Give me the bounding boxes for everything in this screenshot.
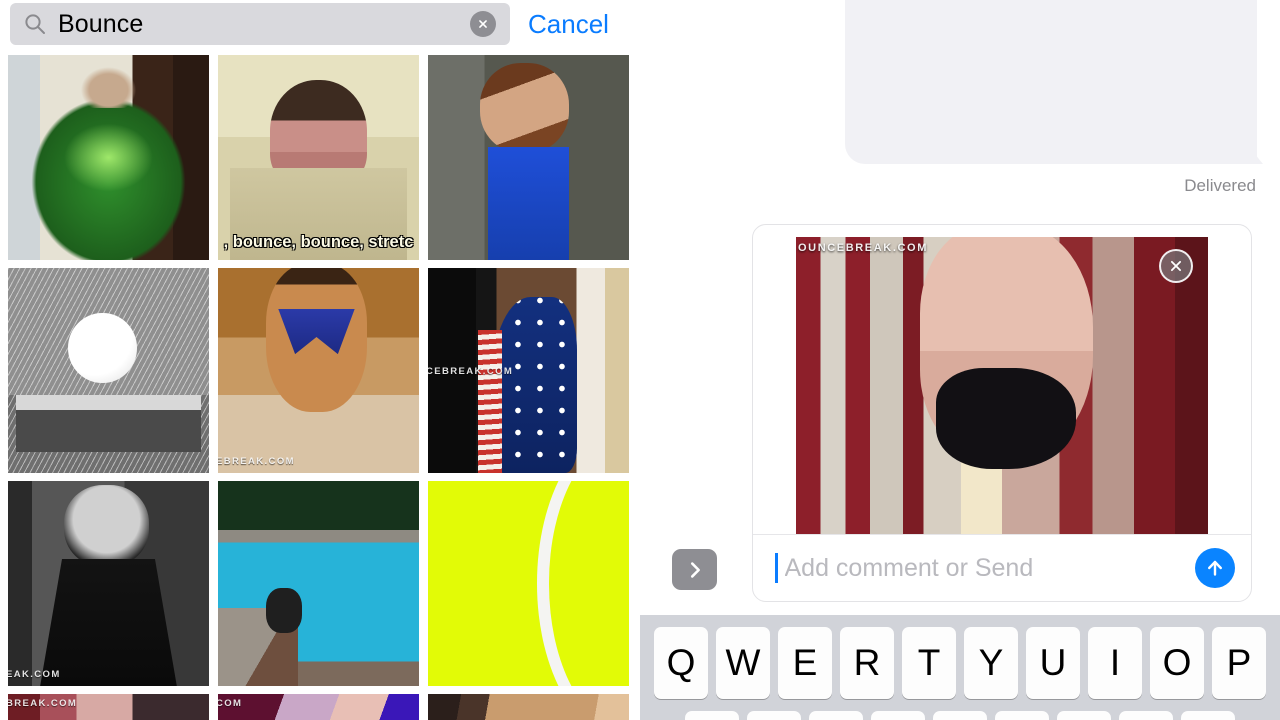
gif-result-tile[interactable]: , bounce, bounce, stretc bbox=[218, 55, 419, 260]
search-icon bbox=[24, 13, 46, 35]
delivered-status: Delivered bbox=[1184, 176, 1256, 195]
close-icon bbox=[479, 20, 487, 28]
messages-panel: Delivered OUNCEBREAK.COM Add comment or … bbox=[640, 0, 1280, 720]
gif-results-grid: , bounce, bounce, stretc EBREAK.COM CEBREA… bbox=[8, 55, 640, 720]
app-screen: Bounce Cancel , bounce, bounce, stretc EB… bbox=[0, 0, 1280, 720]
keyboard-row-1: QWERTYUIOP bbox=[640, 627, 1280, 699]
close-preview-button[interactable] bbox=[1159, 249, 1193, 283]
gif-preview-image[interactable]: OUNCEBREAK.COM bbox=[796, 237, 1208, 535]
gif-watermark: OUNCEBREAK.COM bbox=[798, 242, 928, 254]
message-bubble-outgoing[interactable] bbox=[845, 0, 1257, 164]
gif-result-tile[interactable] bbox=[428, 55, 629, 260]
gif-thumbnail-art bbox=[428, 481, 629, 686]
text-cursor bbox=[775, 553, 778, 583]
gif-result-tile[interactable]: EBREAK.COM bbox=[218, 268, 419, 473]
comment-bar: Add comment or Send bbox=[753, 534, 1251, 601]
gif-thumbnail-art bbox=[428, 694, 629, 720]
keyboard-key-s[interactable]: S bbox=[747, 711, 801, 720]
search-bar: Bounce Cancel bbox=[0, 0, 640, 48]
clear-search-button[interactable] bbox=[470, 11, 496, 37]
gif-result-tile[interactable]: BREAK.COM bbox=[8, 694, 209, 720]
cancel-button[interactable]: Cancel bbox=[528, 9, 609, 40]
gif-result-tile[interactable] bbox=[218, 481, 419, 686]
close-icon bbox=[1170, 260, 1182, 272]
gif-watermark: EAK.COM bbox=[8, 669, 61, 680]
gif-thumbnail-art bbox=[218, 694, 419, 720]
keyboard-key-p[interactable]: P bbox=[1212, 627, 1266, 699]
onscreen-keyboard: QWERTYUIOP ASDFGHJKL bbox=[640, 615, 1280, 720]
keyboard-key-i[interactable]: I bbox=[1088, 627, 1142, 699]
gif-watermark: COM bbox=[218, 698, 243, 709]
keyboard-key-r[interactable]: R bbox=[840, 627, 894, 699]
gif-thumbnail-art bbox=[8, 55, 209, 260]
keyboard-key-d[interactable]: D bbox=[809, 711, 863, 720]
gif-result-tile[interactable]: COM bbox=[218, 694, 419, 720]
send-button[interactable] bbox=[1195, 548, 1235, 588]
keyboard-key-g[interactable]: G bbox=[933, 711, 987, 720]
keyboard-key-u[interactable]: U bbox=[1026, 627, 1080, 699]
gif-watermark: BREAK.COM bbox=[8, 698, 78, 709]
keyboard-key-f[interactable]: F bbox=[871, 711, 925, 720]
comment-input[interactable]: Add comment or Send bbox=[785, 554, 1196, 583]
gif-thumbnail-art bbox=[428, 55, 629, 260]
keyboard-key-y[interactable]: Y bbox=[964, 627, 1018, 699]
keyboard-key-w[interactable]: W bbox=[716, 627, 770, 699]
keyboard-key-j[interactable]: J bbox=[1057, 711, 1111, 720]
search-input[interactable]: Bounce bbox=[10, 3, 510, 45]
gif-thumbnail-art bbox=[8, 481, 209, 686]
gif-result-tile[interactable]: EAK.COM bbox=[8, 481, 209, 686]
gif-picker-panel: Bounce Cancel , bounce, bounce, stretc EB… bbox=[0, 0, 640, 720]
keyboard-key-e[interactable]: E bbox=[778, 627, 832, 699]
expand-apps-button[interactable] bbox=[672, 549, 717, 590]
gif-preview-art bbox=[796, 237, 1208, 535]
keyboard-key-l[interactable]: L bbox=[1181, 711, 1235, 720]
gif-watermark: CEBREAK.COM bbox=[428, 366, 514, 378]
send-arrow-up-icon bbox=[1207, 560, 1222, 576]
gif-thumbnail-art bbox=[218, 55, 419, 260]
gif-preview-card: OUNCEBREAK.COM Add comment or Send bbox=[752, 224, 1252, 602]
gif-caption: , bounce, bounce, stretc bbox=[223, 233, 414, 251]
search-value: Bounce bbox=[58, 9, 144, 38]
gif-result-tile[interactable] bbox=[428, 694, 629, 720]
chevron-right-icon bbox=[690, 561, 700, 578]
keyboard-key-t[interactable]: T bbox=[902, 627, 956, 699]
keyboard-key-a[interactable]: A bbox=[685, 711, 739, 720]
gif-watermark: EBREAK.COM bbox=[218, 456, 295, 467]
gif-thumbnail-art bbox=[218, 481, 419, 686]
keyboard-key-h[interactable]: H bbox=[995, 711, 1049, 720]
gif-result-tile[interactable]: CEBREAK.COM bbox=[428, 268, 629, 473]
gif-thumbnail-art bbox=[8, 268, 209, 473]
gif-result-tile[interactable] bbox=[8, 268, 209, 473]
gif-thumbnail-art bbox=[218, 268, 419, 473]
keyboard-row-2: ASDFGHJKL bbox=[640, 711, 1280, 720]
keyboard-key-o[interactable]: O bbox=[1150, 627, 1204, 699]
gif-result-tile[interactable] bbox=[8, 55, 209, 260]
gif-result-tile[interactable] bbox=[428, 481, 629, 686]
keyboard-key-q[interactable]: Q bbox=[654, 627, 708, 699]
keyboard-key-k[interactable]: K bbox=[1119, 711, 1173, 720]
